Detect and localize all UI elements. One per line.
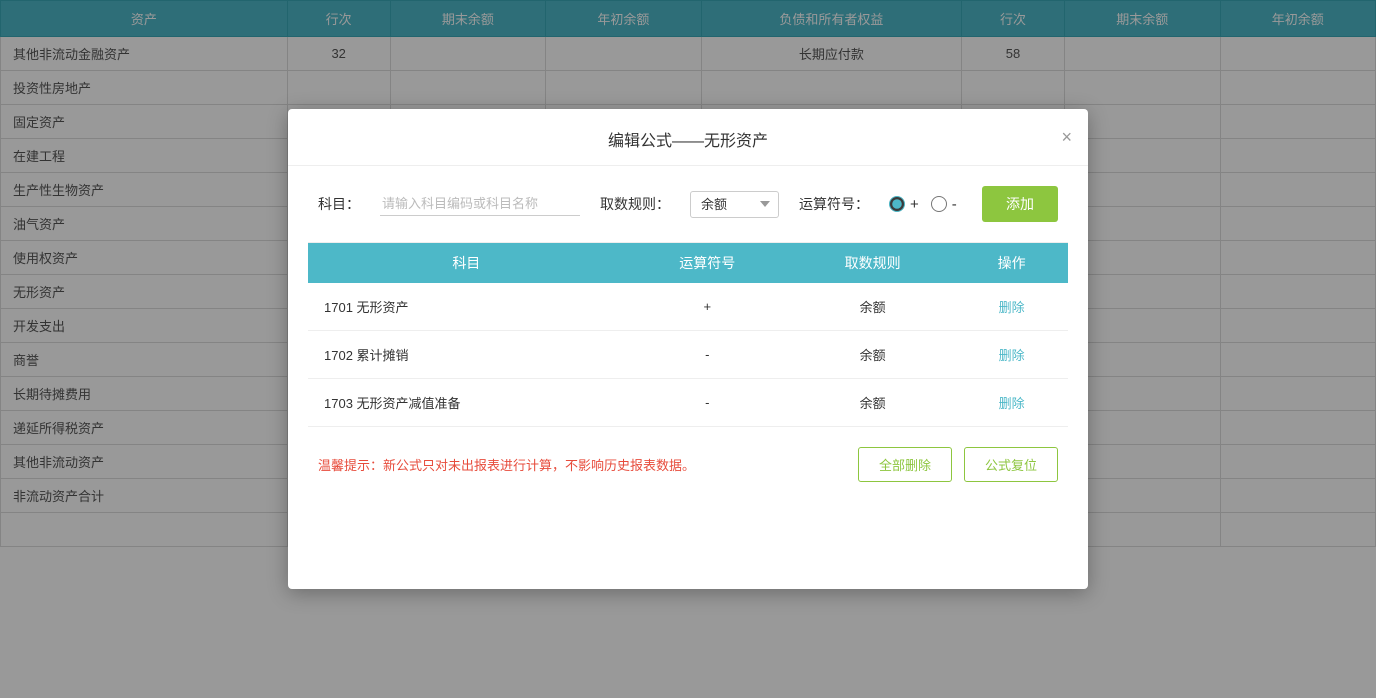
formula-operator: - (625, 331, 790, 379)
reset-formula-button[interactable]: 公式复位 (964, 447, 1058, 482)
subject-input[interactable] (380, 192, 580, 216)
operator-minus-radio[interactable] (931, 196, 947, 212)
formula-operator: - (625, 379, 790, 427)
operator-plus-item[interactable]: + (889, 196, 919, 213)
th-rule: 取数规则 (790, 243, 955, 283)
th-action: 操作 (955, 243, 1068, 283)
modal-close-button[interactable]: × (1061, 128, 1072, 146)
formula-subject: 1701 无形资产 (308, 283, 625, 331)
operator-plus-radio[interactable] (889, 196, 905, 212)
formula-action: 删除 (955, 379, 1068, 427)
delete-row-button[interactable]: 删除 (999, 393, 1025, 412)
form-row: 科目： 取数规则： 余额 借方 贷方 借方累计 贷方累计 运算符号： + (288, 166, 1088, 242)
formula-rule: 余额 (790, 283, 955, 331)
data-table-wrap: 科目 运算符号 取数规则 操作 1701 无形资产 + 余额 删除 1702 累… (288, 243, 1088, 427)
formula-operator: + (625, 283, 790, 331)
operator-group: + - (889, 196, 957, 213)
modal-overlay: 编辑公式——无形资产 × 科目： 取数规则： 余额 借方 贷方 借方累计 贷方累… (0, 0, 1376, 698)
footer-tip-text: 温馨提示：新公式只对未出报表进行计算，不影响历史报表数据。 (318, 458, 695, 473)
th-operator: 运算符号 (625, 243, 790, 283)
operator-label: 运算符号： (799, 194, 869, 214)
formula-row: 1701 无形资产 + 余额 删除 (308, 283, 1068, 331)
modal-dialog: 编辑公式——无形资产 × 科目： 取数规则： 余额 借方 贷方 借方累计 贷方累… (288, 109, 1088, 589)
modal-title: 编辑公式——无形资产 (608, 133, 768, 150)
th-subject: 科目 (308, 243, 625, 283)
modal-footer: 温馨提示：新公式只对未出报表进行计算，不影响历史报表数据。 全部删除 公式复位 (288, 427, 1088, 492)
operator-plus-label: + (910, 196, 919, 213)
operator-minus-label: - (952, 196, 957, 213)
rule-select-wrap: 余额 借方 贷方 借方累计 贷方累计 (690, 191, 779, 218)
rule-label: 取数规则： (600, 194, 670, 214)
formula-table: 科目 运算符号 取数规则 操作 1701 无形资产 + 余额 删除 1702 累… (308, 243, 1068, 427)
add-button[interactable]: 添加 (982, 186, 1058, 222)
formula-row: 1703 无形资产减值准备 - 余额 删除 (308, 379, 1068, 427)
delete-all-button[interactable]: 全部删除 (858, 447, 952, 482)
subject-label: 科目： (318, 194, 360, 214)
footer-tip: 温馨提示：新公式只对未出报表进行计算，不影响历史报表数据。 (318, 455, 695, 474)
table-header-row: 科目 运算符号 取数规则 操作 (308, 243, 1068, 283)
formula-row: 1702 累计摊销 - 余额 删除 (308, 331, 1068, 379)
footer-buttons: 全部删除 公式复位 (858, 447, 1058, 482)
delete-row-button[interactable]: 删除 (999, 345, 1025, 364)
modal-header: 编辑公式——无形资产 × (288, 109, 1088, 166)
operator-minus-item[interactable]: - (931, 196, 957, 213)
formula-action: 删除 (955, 283, 1068, 331)
formula-rule: 余额 (790, 379, 955, 427)
rule-select[interactable]: 余额 借方 贷方 借方累计 贷方累计 (690, 191, 779, 218)
formula-rule: 余额 (790, 331, 955, 379)
delete-row-button[interactable]: 删除 (999, 297, 1025, 316)
formula-action: 删除 (955, 331, 1068, 379)
formula-subject: 1703 无形资产减值准备 (308, 379, 625, 427)
formula-subject: 1702 累计摊销 (308, 331, 625, 379)
